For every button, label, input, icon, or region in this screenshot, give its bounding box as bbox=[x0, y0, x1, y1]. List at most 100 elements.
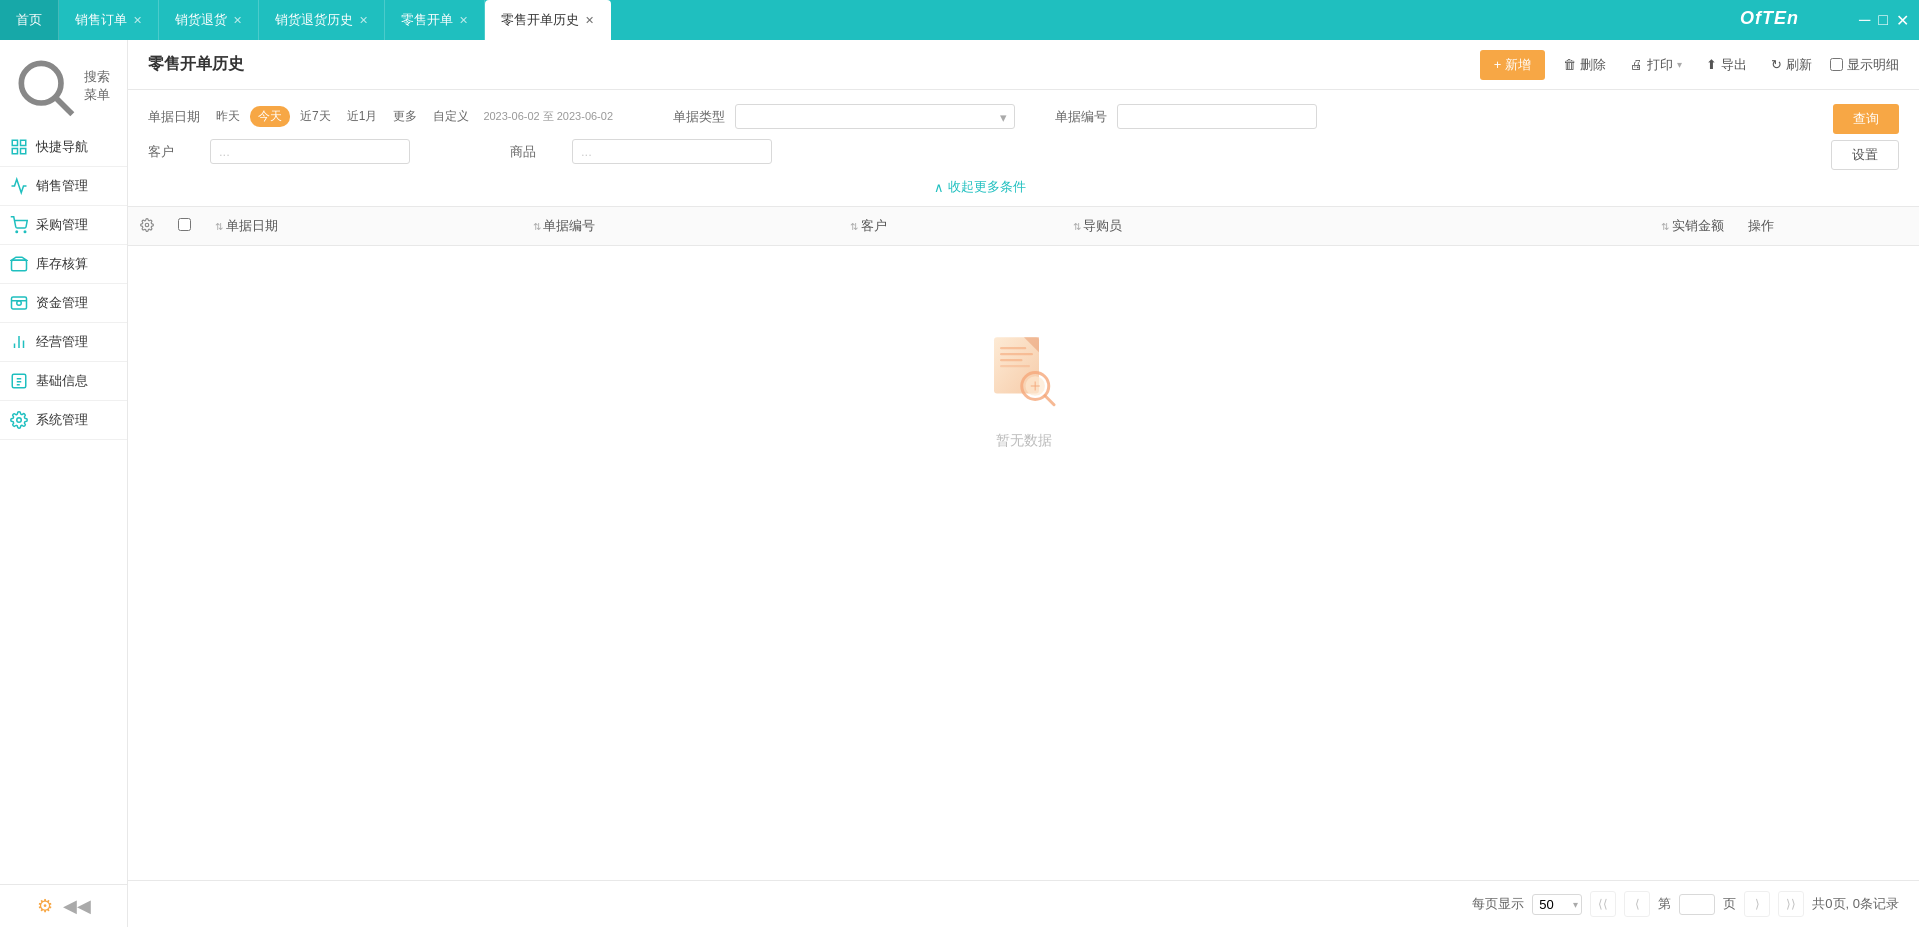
sidebar-item-quick-nav-label: 快捷导航 bbox=[36, 138, 88, 156]
svg-point-20 bbox=[145, 223, 149, 227]
filter-row-1: 单据日期 昨天 今天 近7天 近1月 更多 自定义 2023-06-02 至 2… bbox=[148, 104, 1811, 129]
export-icon: ⬆ bbox=[1706, 57, 1717, 72]
svg-point-0 bbox=[21, 63, 61, 103]
pagination-bar: 每页显示 10 20 50 100 ⟨⟨ ⟨ 第 1 页 ⟩ ⟩⟩ 共0页, 0… bbox=[128, 880, 1919, 927]
sales-mgmt-icon bbox=[10, 177, 28, 195]
sidebar-item-purchase-mgmt-label: 采购管理 bbox=[36, 216, 88, 234]
sidebar-item-finance[interactable]: 资金管理 bbox=[0, 284, 127, 323]
last-page-btn[interactable]: ⟩⟩ bbox=[1778, 891, 1804, 917]
th-date-label: 单据日期 bbox=[226, 218, 278, 233]
th-amount-label: 实销金额 bbox=[1672, 218, 1724, 233]
sidebar-item-purchase-mgmt[interactable]: 采购管理 bbox=[0, 206, 127, 245]
next-page-btn[interactable]: ⟩ bbox=[1744, 891, 1770, 917]
per-page-label: 每页显示 bbox=[1472, 895, 1524, 913]
date-option-yesterday[interactable]: 昨天 bbox=[210, 106, 246, 127]
show-detail-input[interactable] bbox=[1830, 58, 1843, 71]
th-customer[interactable]: 客户 bbox=[838, 207, 1060, 246]
svg-rect-25 bbox=[1000, 365, 1030, 367]
sidebar-search[interactable]: 搜索菜单 bbox=[0, 40, 127, 128]
prev-page-btn[interactable]: ⟨ bbox=[1624, 891, 1650, 917]
empty-state-icon bbox=[979, 326, 1069, 416]
tab-sales-return[interactable]: 销货退货 ✕ bbox=[159, 0, 259, 40]
sidebar-item-operations[interactable]: 经营管理 bbox=[0, 323, 127, 362]
sidebar-item-quick-nav[interactable]: 快捷导航 bbox=[0, 128, 127, 167]
export-button[interactable]: ⬆ 导出 bbox=[1700, 52, 1753, 78]
tab-sales-return-close[interactable]: ✕ bbox=[233, 14, 242, 27]
th-number[interactable]: 单据编号 bbox=[521, 207, 839, 246]
page-header: 零售开单历史 + 新增 🗑 🗑 删除 删除 🖨 打印 ▾ ⬆ 导出 bbox=[128, 40, 1919, 90]
th-salesperson[interactable]: 导购员 bbox=[1061, 207, 1331, 246]
order-number-input[interactable] bbox=[1117, 104, 1317, 129]
first-page-btn[interactable]: ⟨⟨ bbox=[1590, 891, 1616, 917]
svg-rect-22 bbox=[1000, 347, 1026, 349]
customer-input[interactable]: ... bbox=[210, 139, 410, 164]
filter-item-order-number: 单据编号 bbox=[1055, 104, 1317, 129]
tab-sales-return-label: 销货退货 bbox=[175, 11, 227, 29]
date-option-today[interactable]: 今天 bbox=[250, 106, 290, 127]
show-detail-checkbox[interactable]: 显示明细 bbox=[1830, 56, 1899, 74]
basic-info-icon bbox=[10, 372, 28, 390]
svg-rect-4 bbox=[12, 148, 17, 153]
product-input[interactable]: ... bbox=[572, 139, 772, 164]
tab-home[interactable]: 首页 bbox=[0, 0, 59, 40]
tab-retail-open[interactable]: 零售开单 ✕ bbox=[385, 0, 485, 40]
tab-sales-order[interactable]: 销售订单 ✕ bbox=[59, 0, 159, 40]
date-option-custom[interactable]: 自定义 bbox=[427, 106, 475, 127]
tab-sales-order-close[interactable]: ✕ bbox=[133, 14, 142, 27]
window-close-btn[interactable]: ✕ bbox=[1896, 11, 1909, 30]
th-spacer bbox=[1331, 207, 1419, 246]
delete-button[interactable]: 🗑 🗑 删除 删除 bbox=[1557, 52, 1612, 78]
collapse-filter[interactable]: ∧ 收起更多条件 bbox=[148, 174, 1811, 196]
query-button[interactable]: 查询 bbox=[1833, 104, 1899, 134]
page-input[interactable]: 1 bbox=[1679, 894, 1715, 915]
svg-rect-9 bbox=[12, 297, 27, 309]
settings-gear-icon[interactable]: ⚙ bbox=[37, 895, 53, 917]
order-type-label: 单据类型 bbox=[673, 108, 729, 126]
main-layout: 搜索菜单 快捷导航 销售管理 采购管理 bbox=[0, 40, 1919, 927]
filter-item-customer: 客户 ... bbox=[148, 139, 410, 164]
per-page-select[interactable]: 10 20 50 100 bbox=[1532, 894, 1582, 915]
filter-settings-button[interactable]: 设置 bbox=[1831, 140, 1899, 170]
table-area: 单据日期 单据编号 客户 导购员 实销金额 bbox=[128, 207, 1919, 880]
th-amount[interactable]: 实销金额 bbox=[1418, 207, 1736, 246]
tab-retail-open-history-close[interactable]: ✕ bbox=[585, 14, 594, 27]
th-checkbox[interactable] bbox=[166, 207, 203, 246]
customer-label: 客户 bbox=[148, 143, 204, 161]
date-option-last7days[interactable]: 近7天 bbox=[294, 106, 337, 127]
sidebar-item-sales-mgmt[interactable]: 销售管理 bbox=[0, 167, 127, 206]
tab-retail-open-label: 零售开单 bbox=[401, 11, 453, 29]
th-settings[interactable] bbox=[128, 207, 166, 246]
tab-retail-open-close[interactable]: ✕ bbox=[459, 14, 468, 27]
select-all-checkbox[interactable] bbox=[178, 218, 191, 231]
th-date[interactable]: 单据日期 bbox=[203, 207, 521, 246]
collapse-sidebar-icon[interactable]: ◀◀ bbox=[63, 895, 91, 917]
sidebar-item-system[interactable]: 系统管理 bbox=[0, 401, 127, 440]
sidebar-item-basic-info-label: 基础信息 bbox=[36, 372, 88, 390]
refresh-button[interactable]: ↻ 刷新 bbox=[1765, 52, 1818, 78]
customer-placeholder: ... bbox=[219, 144, 230, 159]
date-option-more[interactable]: 更多 bbox=[387, 106, 423, 127]
tab-retail-open-history[interactable]: 零售开单历史 ✕ bbox=[485, 0, 611, 40]
svg-rect-2 bbox=[12, 140, 17, 145]
toolbar: + 新增 🗑 🗑 删除 删除 🖨 打印 ▾ ⬆ 导出 ↻ 刷新 bbox=[1480, 50, 1899, 80]
show-detail-label: 显示明细 bbox=[1847, 56, 1899, 74]
inventory-icon bbox=[10, 255, 28, 273]
new-button[interactable]: + 新增 bbox=[1480, 50, 1545, 80]
finance-icon bbox=[10, 294, 28, 312]
print-button[interactable]: 🖨 打印 ▾ bbox=[1624, 52, 1688, 78]
svg-rect-3 bbox=[21, 140, 26, 145]
svg-rect-23 bbox=[1000, 353, 1033, 355]
table-body: 暂无数据 bbox=[128, 246, 1919, 531]
delete-icon: 🗑 bbox=[1563, 57, 1576, 72]
window-minimize-btn[interactable]: ─ bbox=[1859, 11, 1870, 29]
date-option-last1month[interactable]: 近1月 bbox=[341, 106, 384, 127]
sidebar-item-system-label: 系统管理 bbox=[36, 411, 88, 429]
order-type-select[interactable] bbox=[735, 104, 1015, 129]
sidebar-item-inventory[interactable]: 库存核算 bbox=[0, 245, 127, 284]
window-maximize-btn[interactable]: □ bbox=[1878, 11, 1888, 29]
svg-point-7 bbox=[24, 231, 26, 233]
sidebar-item-basic-info[interactable]: 基础信息 bbox=[0, 362, 127, 401]
empty-state: 暂无数据 bbox=[128, 246, 1919, 530]
tab-sales-return-history-close[interactable]: ✕ bbox=[359, 14, 368, 27]
tab-sales-return-history[interactable]: 销货退货历史 ✕ bbox=[259, 0, 385, 40]
